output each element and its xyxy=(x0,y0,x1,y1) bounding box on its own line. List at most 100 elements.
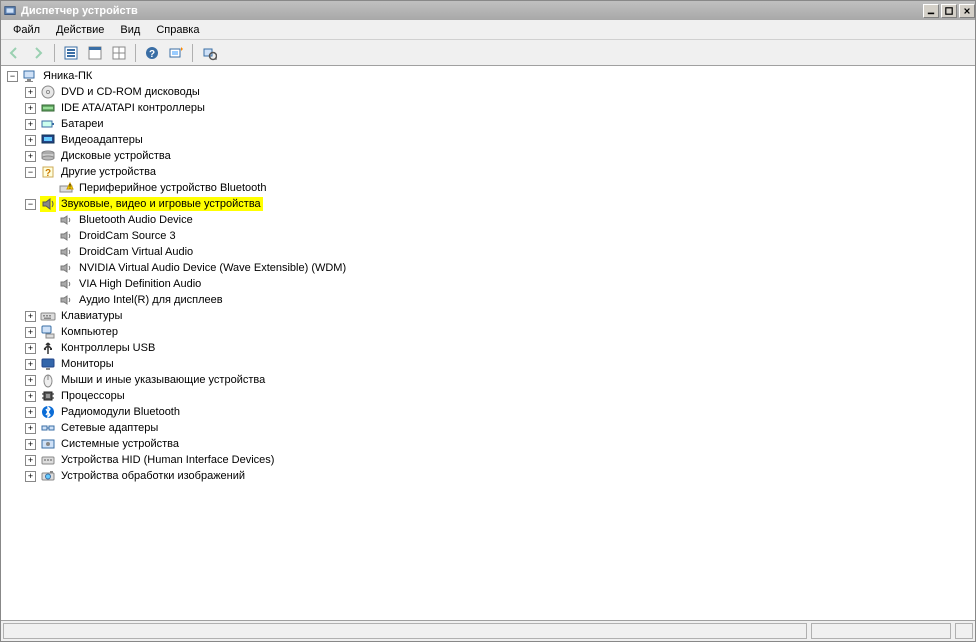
tree-item-label[interactable]: Видеоадаптеры xyxy=(59,133,145,147)
collapse-icon[interactable]: − xyxy=(25,199,36,210)
expand-icon[interactable]: + xyxy=(25,135,36,146)
menu-file[interactable]: Файл xyxy=(5,22,48,38)
status-panel-main xyxy=(3,623,807,639)
tree-item-label[interactable]: Устройства HID (Human Interface Devices) xyxy=(59,453,276,467)
tree-item-label[interactable]: DroidCam Virtual Audio xyxy=(77,245,195,259)
tree-row[interactable]: + Процессоры xyxy=(25,388,975,404)
tree-row[interactable]: − Яника-ПК xyxy=(7,68,975,84)
tree-row[interactable]: + Контроллеры USB xyxy=(25,340,975,356)
tree-item-label[interactable]: VIA High Definition Audio xyxy=(77,277,203,291)
tree-row[interactable]: DroidCam Virtual Audio xyxy=(43,244,975,260)
status-grip xyxy=(955,623,973,639)
expand-icon[interactable]: + xyxy=(25,119,36,130)
tree-item-label[interactable]: Батареи xyxy=(59,117,106,131)
device-tree-panel[interactable]: − Яника-ПК + DVD и CD-ROM дисководы + IDE ATA… xyxy=(1,66,975,620)
expand-icon[interactable]: + xyxy=(25,151,36,162)
tree-item-label[interactable]: NVIDIA Virtual Audio Device (Wave Extens… xyxy=(77,261,348,275)
tree-item-label[interactable]: Мониторы xyxy=(59,357,116,371)
expand-icon[interactable]: + xyxy=(25,455,36,466)
tree-item-label[interactable]: Системные устройства xyxy=(59,437,181,451)
tree-row[interactable]: + Мониторы xyxy=(25,356,975,372)
usb-icon xyxy=(40,340,56,356)
forward-button[interactable] xyxy=(27,42,49,64)
tree-row[interactable]: + Радиомодули Bluetooth xyxy=(25,404,975,420)
tree-item-label[interactable]: Компьютер xyxy=(59,325,120,339)
expand-icon[interactable]: + xyxy=(25,439,36,450)
tree-row[interactable]: + Устройства HID (Human Interface Devices… xyxy=(25,452,975,468)
tree-item-label[interactable]: Другие устройства xyxy=(59,165,158,179)
tree-row[interactable]: + Видеоадаптеры xyxy=(25,132,975,148)
expand-icon[interactable]: + xyxy=(25,87,36,98)
refresh-button[interactable] xyxy=(198,42,220,64)
tree-row[interactable]: + IDE ATA/ATAPI контроллеры xyxy=(25,100,975,116)
tree-item-label[interactable]: Сетевые адаптеры xyxy=(59,421,160,435)
tree-row[interactable]: + Батареи xyxy=(25,116,975,132)
tree-item-label[interactable]: Устройства обработки изображений xyxy=(59,469,247,483)
hid-icon xyxy=(40,452,56,468)
audio-icon xyxy=(58,244,74,260)
expand-icon[interactable]: + xyxy=(25,343,36,354)
maximize-button[interactable] xyxy=(941,4,957,18)
expand-icon[interactable]: + xyxy=(25,423,36,434)
expand-icon[interactable]: + xyxy=(25,359,36,370)
tree-row[interactable]: + Устройства обработки изображений xyxy=(25,468,975,484)
tree-row[interactable]: + Дисковые устройства xyxy=(25,148,975,164)
tree-item-label[interactable]: Мыши и иные указывающие устройства xyxy=(59,373,267,387)
expand-icon[interactable]: + xyxy=(25,471,36,482)
expand-icon[interactable]: + xyxy=(25,311,36,322)
tree-row[interactable]: Аудио Intel(R) для дисплеев xyxy=(43,292,975,308)
tree-item-label[interactable]: IDE ATA/ATAPI контроллеры xyxy=(59,101,207,115)
menu-help[interactable]: Справка xyxy=(148,22,207,38)
tree-item-label[interactable]: Bluetooth Audio Device xyxy=(77,213,195,227)
tree-row[interactable]: −? Другие устройства xyxy=(25,164,975,180)
expand-icon[interactable]: + xyxy=(25,391,36,402)
tree-row[interactable]: + Сетевые адаптеры xyxy=(25,420,975,436)
expand-icon[interactable]: + xyxy=(25,407,36,418)
tree-row[interactable]: !Периферийное устройство Bluetooth xyxy=(43,180,975,196)
tree-item-label[interactable]: Процессоры xyxy=(59,389,127,403)
collapse-icon[interactable]: − xyxy=(25,167,36,178)
tree-row[interactable]: VIA High Definition Audio xyxy=(43,276,975,292)
tree-row[interactable]: + DVD и CD-ROM дисководы xyxy=(25,84,975,100)
tree-item-label[interactable]: Контроллеры USB xyxy=(59,341,157,355)
tree-item-label[interactable]: DroidCam Source 3 xyxy=(77,229,178,243)
properties-button[interactable] xyxy=(84,42,106,64)
expand-icon[interactable]: + xyxy=(25,103,36,114)
back-button[interactable] xyxy=(3,42,25,64)
view-button[interactable] xyxy=(108,42,130,64)
svg-text:?: ? xyxy=(45,168,51,179)
tree-item-label[interactable]: Клавиатуры xyxy=(59,309,124,323)
tree-item-label[interactable]: Звуковые, видео и игровые устройства xyxy=(59,197,263,211)
expand-icon[interactable]: + xyxy=(25,375,36,386)
tree-row[interactable]: DroidCam Source 3 xyxy=(43,228,975,244)
show-hidden-button[interactable] xyxy=(60,42,82,64)
audio-icon xyxy=(58,228,74,244)
app-icon xyxy=(3,4,17,18)
minimize-button[interactable] xyxy=(923,4,939,18)
tree-item-label[interactable]: Яника-ПК xyxy=(41,69,94,83)
tree-row[interactable]: + Клавиатуры xyxy=(25,308,975,324)
close-button[interactable] xyxy=(959,4,975,18)
menu-action[interactable]: Действие xyxy=(48,22,112,38)
warn-icon: ! xyxy=(58,180,74,196)
tree-row[interactable]: + Мыши и иные указывающие устройства xyxy=(25,372,975,388)
toolbar-separator xyxy=(135,44,136,62)
device-tree[interactable]: − Яника-ПК + DVD и CD-ROM дисководы + IDE ATA… xyxy=(3,68,975,484)
tree-item-label[interactable]: Аудио Intel(R) для дисплеев xyxy=(77,293,225,307)
menu-view[interactable]: Вид xyxy=(112,22,148,38)
tree-item-label[interactable]: DVD и CD-ROM дисководы xyxy=(59,85,202,99)
tree-row[interactable]: + Компьютер xyxy=(25,324,975,340)
tree-row[interactable]: NVIDIA Virtual Audio Device (Wave Extens… xyxy=(43,260,975,276)
tree-item-label[interactable]: Дисковые устройства xyxy=(59,149,173,163)
tree-item-label[interactable]: Радиомодули Bluetooth xyxy=(59,405,182,419)
tree-row[interactable]: − Звуковые, видео и игровые устройства xyxy=(25,196,975,212)
tree-row[interactable]: + Системные устройства xyxy=(25,436,975,452)
scan-button[interactable] xyxy=(165,42,187,64)
tree-row[interactable]: Bluetooth Audio Device xyxy=(43,212,975,228)
statusbar xyxy=(1,620,975,641)
tree-item-label[interactable]: Периферийное устройство Bluetooth xyxy=(77,181,268,195)
expand-icon[interactable]: + xyxy=(25,327,36,338)
audio-icon xyxy=(58,260,74,276)
collapse-icon[interactable]: − xyxy=(7,71,18,82)
help-button[interactable]: ? xyxy=(141,42,163,64)
